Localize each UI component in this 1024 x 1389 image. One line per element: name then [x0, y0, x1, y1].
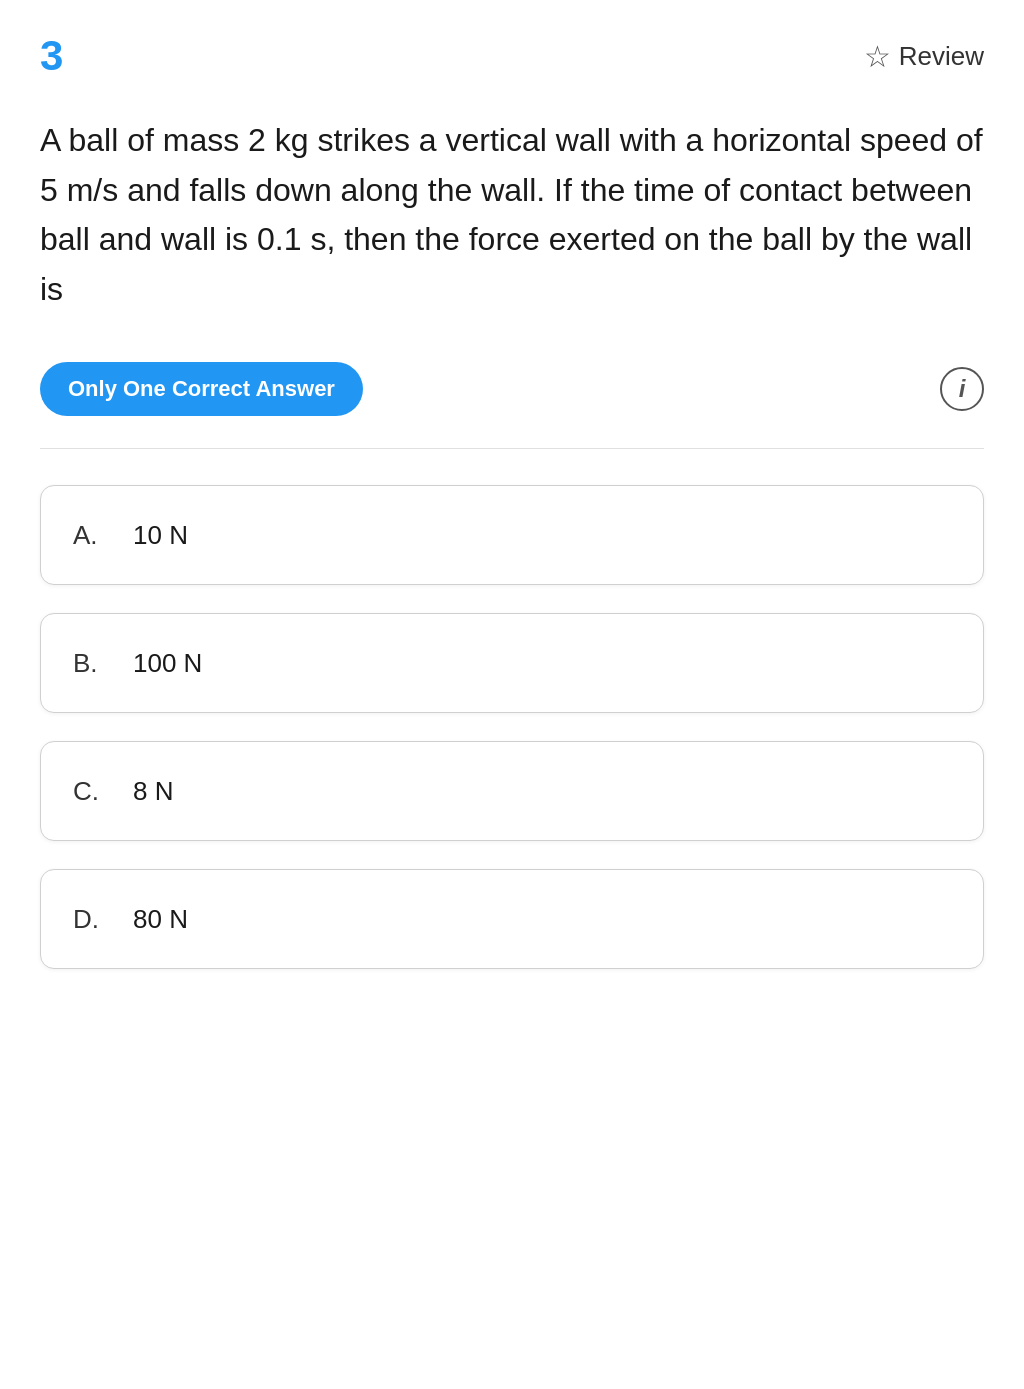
star-icon: ☆: [864, 39, 891, 74]
page-header: 3 ☆ Review: [40, 32, 984, 80]
question-number: 3: [40, 32, 63, 80]
options-list: A. 10 N B. 100 N C. 8 N D. 80 N: [40, 485, 984, 969]
option-a[interactable]: A. 10 N: [40, 485, 984, 585]
review-button[interactable]: ☆ Review: [864, 39, 984, 74]
option-c-letter: C.: [73, 776, 133, 807]
option-a-value: 10 N: [133, 520, 188, 551]
option-d-letter: D.: [73, 904, 133, 935]
option-d[interactable]: D. 80 N: [40, 869, 984, 969]
answer-type-badge: Only One Correct Answer: [40, 362, 363, 416]
option-b-letter: B.: [73, 648, 133, 679]
option-c-value: 8 N: [133, 776, 173, 807]
badge-row: Only One Correct Answer i: [40, 362, 984, 416]
option-d-value: 80 N: [133, 904, 188, 935]
info-icon[interactable]: i: [940, 367, 984, 411]
question-text: A ball of mass 2 kg strikes a vertical w…: [40, 116, 984, 314]
section-divider: [40, 448, 984, 449]
option-b-value: 100 N: [133, 648, 202, 679]
review-label: Review: [899, 41, 984, 72]
option-a-letter: A.: [73, 520, 133, 551]
option-c[interactable]: C. 8 N: [40, 741, 984, 841]
option-b[interactable]: B. 100 N: [40, 613, 984, 713]
